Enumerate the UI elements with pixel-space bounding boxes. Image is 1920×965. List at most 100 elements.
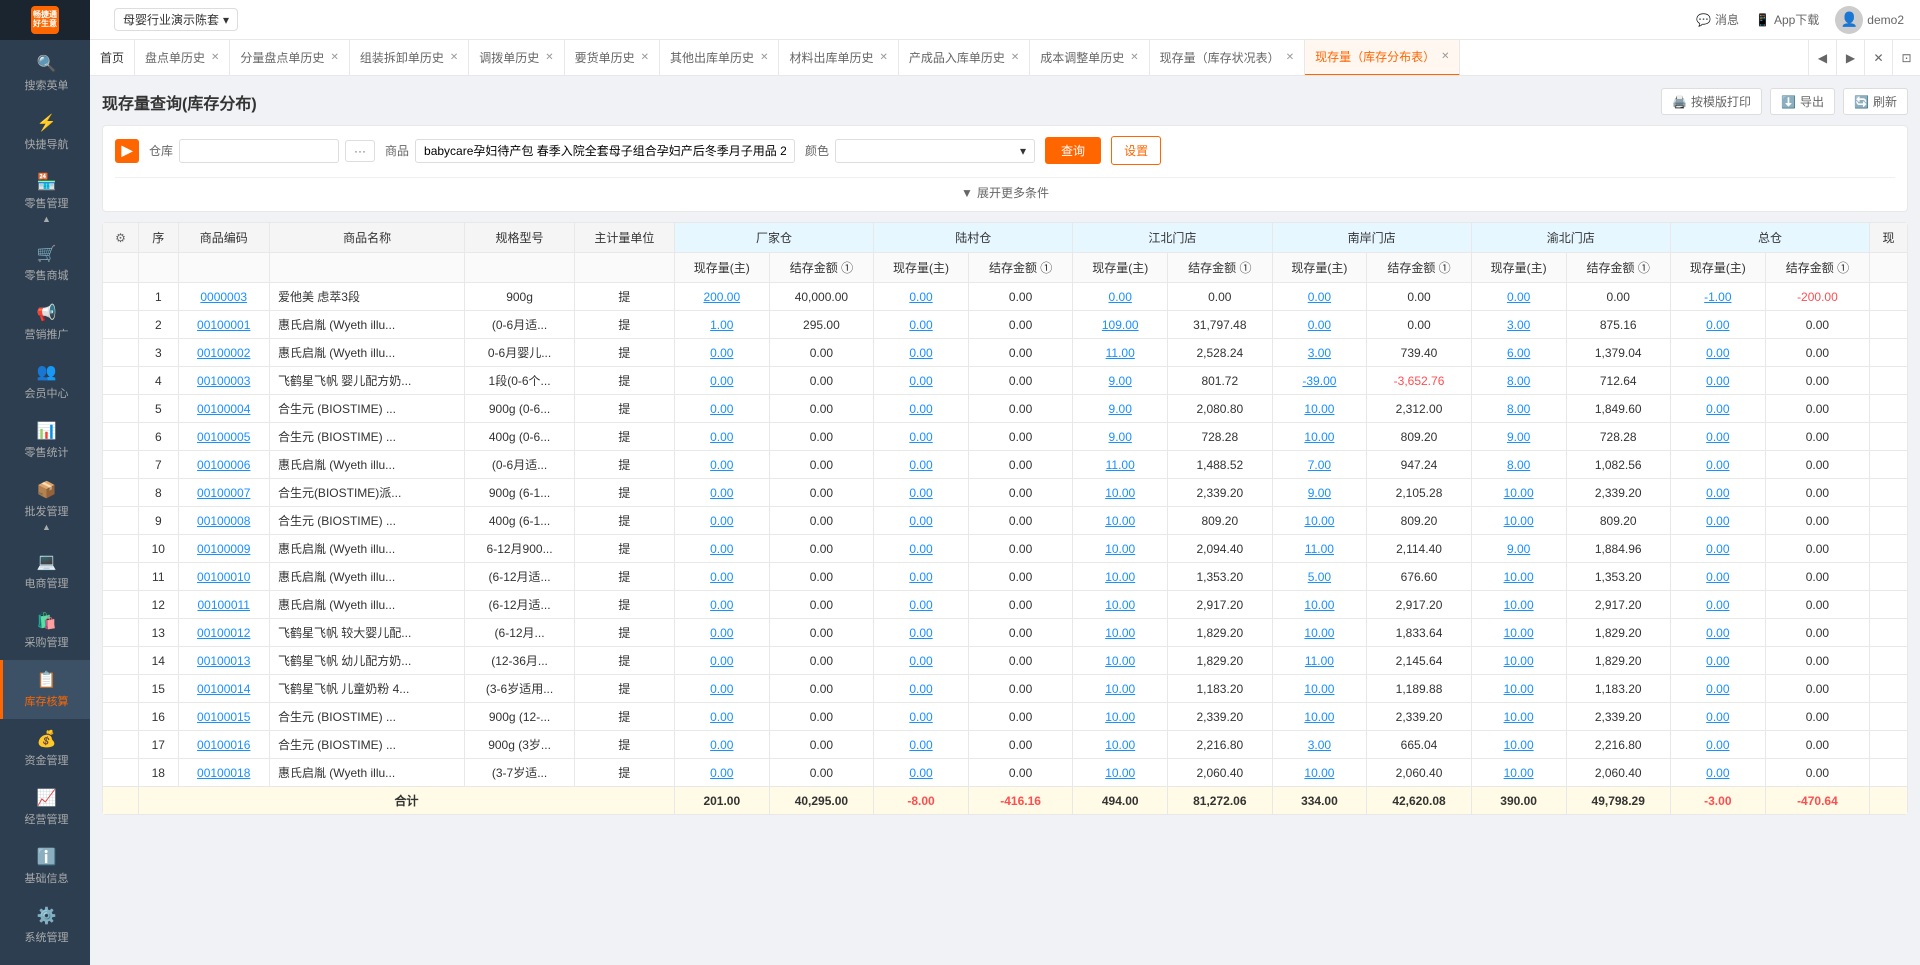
product-input[interactable]: [415, 139, 795, 163]
settings-cell[interactable]: [103, 395, 139, 423]
settings-cell[interactable]: [103, 311, 139, 339]
sidebar-item-营销推广[interactable]: 📢营销推广: [0, 293, 90, 352]
settings-cell[interactable]: [103, 563, 139, 591]
nav-tab-close[interactable]: ✕: [760, 52, 768, 63]
sidebar-item-零售商城[interactable]: 🛒零售商城: [0, 234, 90, 293]
spec-cell: (6-12月...: [465, 619, 575, 647]
settings-cell[interactable]: [103, 731, 139, 759]
sh-jb-qty: 现存量(主): [1073, 253, 1168, 283]
settings-button[interactable]: 设置: [1111, 136, 1161, 165]
tot-amt-cell: 0.00: [1765, 591, 1869, 619]
unit-cell: 提: [574, 563, 674, 591]
warehouse-label: 仓库: [149, 142, 173, 159]
sidebar-item-快捷导航[interactable]: ⚡快捷导航: [0, 103, 90, 162]
code-cell: 00100005: [178, 423, 269, 451]
nav-tab-4[interactable]: 调拨单历史✕: [469, 40, 564, 76]
nav-tab-close[interactable]: ✕: [330, 52, 338, 63]
user-area[interactable]: 👤 demo2: [1835, 6, 1904, 34]
fac-qty-cell: 0.00: [674, 647, 769, 675]
color-selector[interactable]: ▾: [835, 139, 1035, 163]
nav-tab-close[interactable]: ✕: [450, 52, 458, 63]
nav-tab-close[interactable]: ✕: [879, 52, 887, 63]
nav-tab-1[interactable]: 盘点单历史✕: [135, 40, 230, 76]
settings-col-header: ⚙: [103, 223, 139, 253]
sidebar-item-电商管理[interactable]: 💻电商管理: [0, 542, 90, 601]
search-button[interactable]: 查询: [1045, 137, 1101, 164]
sidebar-item-批发管理[interactable]: 📦批发管理▲: [0, 470, 90, 542]
nav-prev-btn[interactable]: ◀: [1808, 40, 1836, 76]
sidebar-item-采购管理[interactable]: 🛍️采购管理: [0, 601, 90, 660]
nav-tab-close[interactable]: ✕: [1130, 52, 1138, 63]
warehouse-input[interactable]: [179, 139, 339, 163]
table-row: 4 00100003 飞鹤星飞帆 婴儿配方奶... 1段(0-6个... 提 0…: [103, 367, 1908, 395]
table-row: 15 00100014 飞鹤星飞帆 儿童奶粉 4... (3-6岁适用... 提…: [103, 675, 1908, 703]
nav-tab-3[interactable]: 组装拆卸单历史✕: [350, 40, 469, 76]
settings-cell[interactable]: [103, 283, 139, 311]
settings-cell[interactable]: [103, 367, 139, 395]
nav-next-btn[interactable]: ▶: [1836, 40, 1864, 76]
nav-tab-8[interactable]: 产成品入库单历史✕: [899, 40, 1030, 76]
settings-cell[interactable]: [103, 339, 139, 367]
settings-cell[interactable]: [103, 591, 139, 619]
nav-tab-7[interactable]: 材料出库单历史✕: [779, 40, 898, 76]
refresh-button[interactable]: 🔄 刷新: [1843, 88, 1908, 115]
na-amt-cell: 947.24: [1367, 451, 1471, 479]
sidebar-item-经营管理[interactable]: 📈经营管理: [0, 778, 90, 837]
settings-cell[interactable]: [103, 507, 139, 535]
product-field: 商品: [385, 139, 795, 163]
sidebar-item-企业协同[interactable]: 🤝企业协同: [0, 955, 90, 965]
nav-tab-close[interactable]: ✕: [1011, 52, 1019, 63]
spec-cell: 900g: [465, 283, 575, 311]
tot-qty-cell: 0.00: [1670, 367, 1765, 395]
store-selector[interactable]: 母婴行业演示陈套 ▾: [114, 8, 238, 31]
sidebar-item-系统管理[interactable]: ⚙️系统管理: [0, 896, 90, 955]
nav-tab-11[interactable]: 现存量（库存分布表）✕: [1305, 40, 1460, 76]
user-name: demo2: [1867, 13, 1904, 27]
unit-cell: 提: [574, 731, 674, 759]
sidebar: 畅捷通好生意 🔍搜索英单⚡快捷导航🏪零售管理▲🛒零售商城📢营销推广👥会员中心📊零…: [0, 0, 90, 965]
settings-cell[interactable]: [103, 675, 139, 703]
unit-cell: 提: [574, 619, 674, 647]
nav-menu-btn[interactable]: ⊡: [1892, 40, 1920, 76]
export-button[interactable]: ⬇️ 导出: [1770, 88, 1835, 115]
sidebar-item-基础信息[interactable]: ℹ️基础信息: [0, 837, 90, 896]
sidebar-item-搜索英单[interactable]: 🔍搜索英单: [0, 44, 90, 103]
sidebar-item-会员中心[interactable]: 👥会员中心: [0, 352, 90, 411]
sidebar-label: 营销推广: [25, 326, 69, 342]
message-btn[interactable]: 💬 消息: [1696, 11, 1739, 28]
settings-cell[interactable]: [103, 535, 139, 563]
nav-tab-10[interactable]: 现存量（库存状况表）✕: [1150, 40, 1305, 76]
settings-cell[interactable]: [103, 703, 139, 731]
sidebar-item-零售统计[interactable]: 📊零售统计: [0, 411, 90, 470]
settings-cell[interactable]: [103, 647, 139, 675]
nav-close-all-btn[interactable]: ✕: [1864, 40, 1892, 76]
na-qty-cell: 0.00: [1272, 311, 1367, 339]
settings-cell[interactable]: [103, 451, 139, 479]
nav-tab-0[interactable]: 首页: [90, 40, 135, 76]
nav-tab-close[interactable]: ✕: [545, 52, 553, 63]
nav-tab-5[interactable]: 要货单历史✕: [565, 40, 660, 76]
print-button[interactable]: 🖨️ 按模版打印: [1661, 88, 1762, 115]
expand-arrow: ▲: [42, 522, 51, 532]
nav-tab-9[interactable]: 成本调整单历史✕: [1030, 40, 1149, 76]
nav-tab-close[interactable]: ✕: [211, 52, 219, 63]
fac-qty-cell: 0.00: [674, 367, 769, 395]
nav-tab-6[interactable]: 其他出库单历史✕: [660, 40, 779, 76]
nav-tab-close[interactable]: ✕: [1286, 52, 1294, 63]
expand-conditions-btn[interactable]: ▼ 展开更多条件: [115, 177, 1895, 201]
nav-tab-2[interactable]: 分量盘点单历史✕: [230, 40, 349, 76]
search-expand-btn[interactable]: ▶: [115, 139, 139, 163]
settings-cell[interactable]: [103, 423, 139, 451]
app-download-btn[interactable]: 📱 App下载: [1755, 11, 1819, 28]
warehouse-field: 仓库 ···: [149, 139, 375, 163]
table-row: 11 00100010 惠氏启胤 (Wyeth illu... (6-12月适.…: [103, 563, 1908, 591]
settings-cell[interactable]: [103, 479, 139, 507]
settings-cell[interactable]: [103, 619, 139, 647]
nav-tab-close[interactable]: ✕: [1441, 51, 1449, 62]
sidebar-item-资金管理[interactable]: 💰资金管理: [0, 719, 90, 778]
nav-tab-close[interactable]: ✕: [641, 52, 649, 63]
sidebar-item-零售管理[interactable]: 🏪零售管理▲: [0, 162, 90, 234]
sidebar-item-库存核算[interactable]: 📋库存核算: [0, 660, 90, 719]
warehouse-ellipsis-btn[interactable]: ···: [345, 140, 375, 162]
settings-cell[interactable]: [103, 759, 139, 787]
